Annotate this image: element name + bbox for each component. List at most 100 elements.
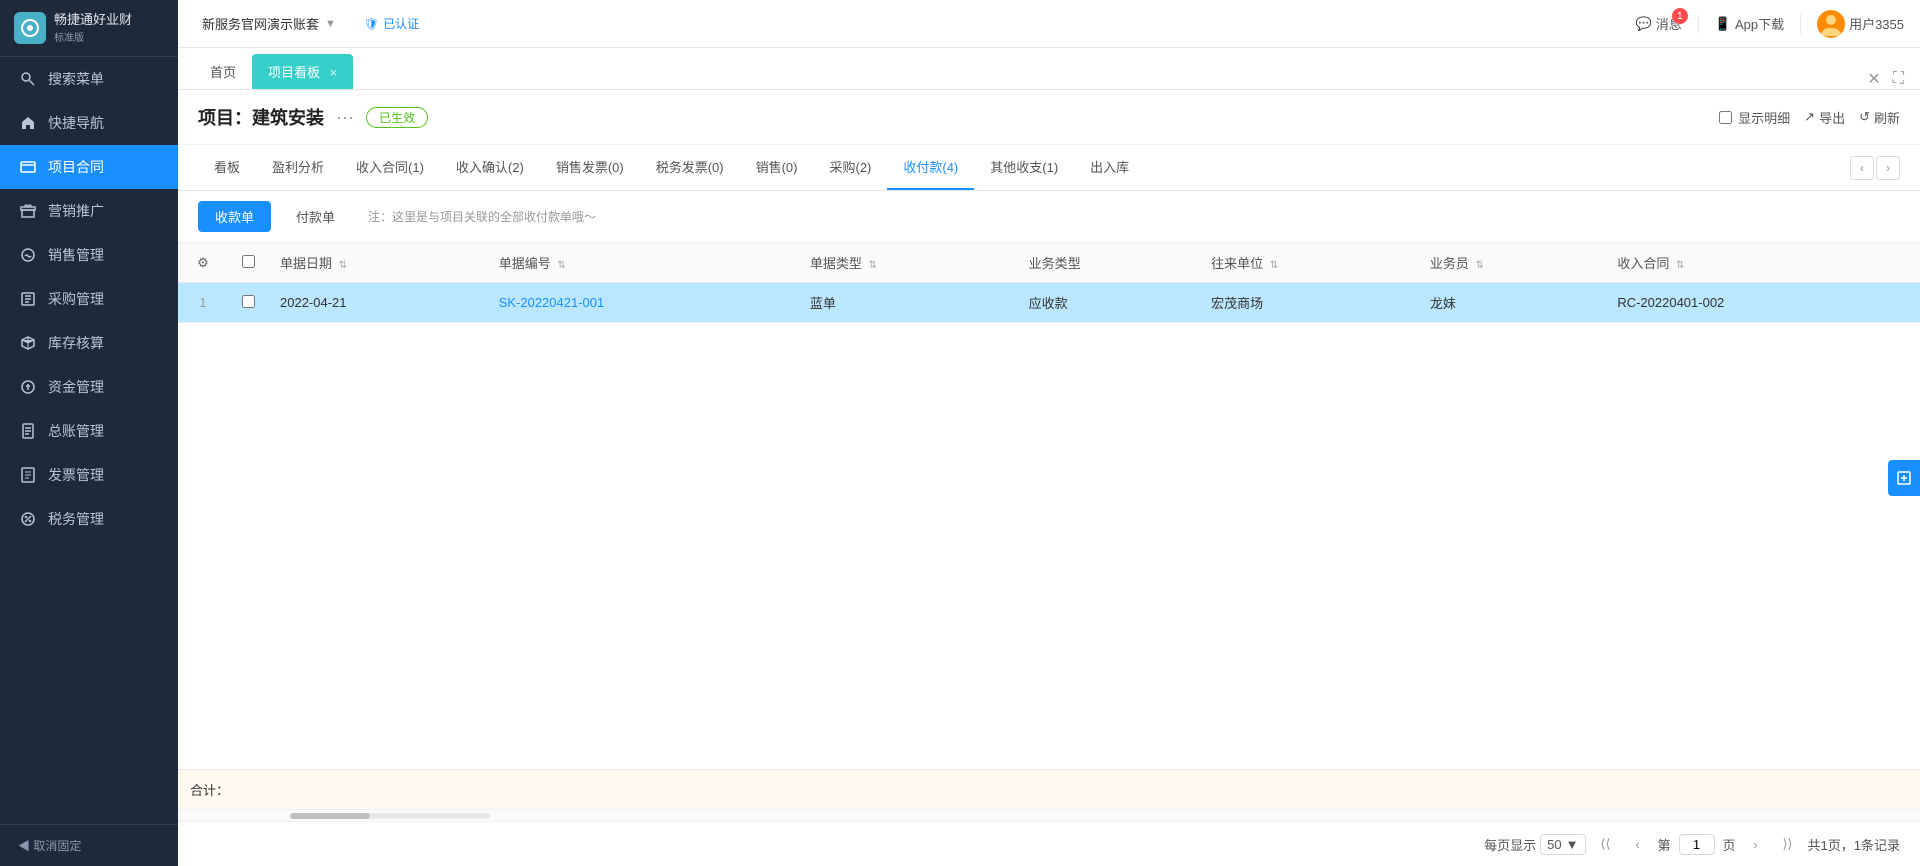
certified-label: 已认证 (383, 15, 419, 32)
page-number-input[interactable] (1679, 834, 1715, 855)
sidebar-item-quicknav-label: 快捷导航 (48, 113, 104, 133)
inner-tab-receipt[interactable]: 收款单 (198, 201, 271, 232)
row-number[interactable]: SK-20220421-001 (487, 283, 798, 323)
sidebar-item-marketing[interactable]: 营销推广 (0, 189, 178, 233)
subtab-next-button[interactable]: › (1876, 156, 1900, 180)
subtab-sales[interactable]: 销售(0) (740, 145, 814, 190)
th-counterparty[interactable]: 往来单位 ⇅ (1199, 243, 1418, 283)
show-detail-input[interactable] (1719, 111, 1732, 124)
scrollbar-thumb[interactable] (290, 813, 370, 819)
subtab-income-confirm[interactable]: 收入确认(2) (440, 145, 540, 190)
sidebar-item-search[interactable]: 搜索菜单 (0, 57, 178, 101)
prev-page-button[interactable]: ‹ (1626, 832, 1650, 856)
sidebar-item-project[interactable]: 项目合同 (0, 145, 178, 189)
close-window-button[interactable]: ✕ (1867, 69, 1880, 89)
sidebar-item-tax[interactable]: 税务管理 (0, 497, 178, 541)
sidebar-item-search-label: 搜索菜单 (48, 69, 104, 89)
message-button[interactable]: 💬 消息 1 (1636, 14, 1682, 33)
table-container: ⚙ 单据日期 ⇅ 单据编号 ⇅ (178, 243, 1920, 769)
sort-date-icon: ⇅ (339, 260, 347, 271)
tab-project-board[interactable]: 项目看板 × (252, 54, 353, 89)
window-controls: ✕ ⛶ (1867, 69, 1904, 89)
document-link[interactable]: SK-20220421-001 (499, 295, 605, 310)
show-detail-checkbox[interactable]: 显示明细 (1719, 108, 1790, 127)
refresh-button[interactable]: ↺ 刷新 (1859, 108, 1900, 127)
refresh-icon: ↺ (1859, 109, 1870, 125)
subtab-inout[interactable]: 出入库 (1074, 145, 1145, 190)
table-footer: 合计： (178, 769, 1920, 809)
subtab-receipt[interactable]: 收付款(4) (887, 145, 974, 190)
subtab-prev-button[interactable]: ‹ (1850, 156, 1874, 180)
sidebar-item-invoice[interactable]: 发票管理 (0, 453, 178, 497)
th-date[interactable]: 单据日期 ⇅ (268, 243, 487, 283)
fund-icon (18, 377, 38, 397)
tab-home-label: 首页 (210, 65, 236, 80)
user-label: 用户3355 (1849, 14, 1904, 33)
gift-icon (18, 201, 38, 221)
table-row[interactable]: 1 2022-04-21 SK-20220421-001 蓝单 应收款 宏茂商场 (178, 283, 1920, 323)
account-selector[interactable]: 新服务官网演示账套 ▼ (194, 10, 344, 37)
phone-icon: 📱 (1715, 16, 1731, 32)
row-date: 2022-04-21 (268, 283, 487, 323)
invoice-icon (18, 465, 38, 485)
subtab-purchase[interactable]: 采购(2) (813, 145, 887, 190)
subtab-profit[interactable]: 盈利分析 (256, 145, 340, 190)
table-header-row: ⚙ 单据日期 ⇅ 单据编号 ⇅ (178, 243, 1920, 283)
sidebar-item-inventory[interactable]: 库存核算 (0, 321, 178, 365)
first-page-button[interactable]: ⟨⟨ (1594, 832, 1618, 856)
th-settings[interactable]: ⚙ (178, 243, 228, 283)
sidebar-item-sales-label: 销售管理 (48, 245, 104, 265)
subtab-sales-invoice[interactable]: 销售发票(0) (540, 145, 640, 190)
row-counterparty: 宏茂商场 (1199, 283, 1418, 323)
row-checkbox (228, 283, 268, 323)
th-number[interactable]: 单据编号 ⇅ (487, 243, 798, 283)
horizontal-scrollbar[interactable] (178, 809, 1920, 821)
app-download-button[interactable]: 📱 App下载 (1715, 14, 1784, 33)
sidebar-item-quicknav[interactable]: 快捷导航 (0, 101, 178, 145)
subtab-income-contract[interactable]: 收入合同(1) (340, 145, 440, 190)
th-biz-type: 业务类型 (1017, 243, 1200, 283)
sort-number-icon: ⇅ (557, 260, 565, 271)
message-icon: 💬 (1636, 16, 1652, 32)
th-type[interactable]: 单据类型 ⇅ (798, 243, 1017, 283)
per-page-value: 50 (1547, 837, 1561, 852)
subtab-kanban[interactable]: 看板 (198, 145, 256, 190)
subtab-tax-invoice[interactable]: 税务发票(0) (640, 145, 740, 190)
th-income-contract[interactable]: 收入合同 ⇅ (1605, 243, 1920, 283)
export-button[interactable]: ↗ 导出 (1804, 108, 1845, 127)
purchase-icon (18, 289, 38, 309)
settings-icon[interactable]: ⚙ (197, 255, 209, 270)
th-salesperson[interactable]: 业务员 ⇅ (1418, 243, 1605, 283)
project-more-button[interactable]: ··· (336, 107, 354, 128)
tab-project-label: 项目看板 (268, 65, 320, 80)
page-size-selector: 每页显示 50 ▼ (1484, 834, 1585, 855)
sidebar-item-purchase[interactable]: 采购管理 (0, 277, 178, 321)
sidebar-item-sales[interactable]: 销售管理 (0, 233, 178, 277)
project-name: 建筑安装 (252, 108, 324, 128)
sidebar-item-fund-label: 资金管理 (48, 377, 104, 397)
next-page-button[interactable]: › (1744, 832, 1768, 856)
sidebar-item-fund[interactable]: 资金管理 (0, 365, 178, 409)
last-page-button[interactable]: ⟩⟩ (1776, 832, 1800, 856)
divider2 (1800, 14, 1801, 34)
select-all-checkbox[interactable] (242, 255, 255, 268)
row-select-checkbox[interactable] (242, 295, 255, 308)
project-actions: 显示明细 ↗ 导出 ↺ 刷新 (1719, 108, 1900, 127)
subtab-other[interactable]: 其他收支(1) (974, 145, 1074, 190)
inner-tab-payment[interactable]: 付款单 (279, 201, 352, 232)
per-page-dropdown[interactable]: 50 ▼ (1540, 834, 1585, 855)
user-button[interactable]: 用户3355 (1817, 10, 1904, 38)
float-action-button[interactable] (1888, 460, 1920, 496)
sidebar-item-tax-label: 税务管理 (48, 509, 104, 529)
unpin-button[interactable]: ◀ 取消固定 (0, 824, 178, 866)
unpin-label: ◀ 取消固定 (18, 837, 81, 854)
tab-close-icon[interactable]: × (330, 65, 338, 80)
home-icon (18, 113, 38, 133)
sidebar-item-ledger[interactable]: 总账管理 (0, 409, 178, 453)
maximize-window-button[interactable]: ⛶ (1893, 70, 1904, 88)
sort-contract-icon: ⇅ (1676, 260, 1684, 271)
tab-home[interactable]: 首页 (194, 54, 252, 89)
inner-tabs: 收款单 付款单 注：这里是与项目关联的全部收付款单哦～ (178, 191, 1920, 243)
app-logo (14, 12, 46, 44)
float-action-area (1888, 460, 1920, 496)
